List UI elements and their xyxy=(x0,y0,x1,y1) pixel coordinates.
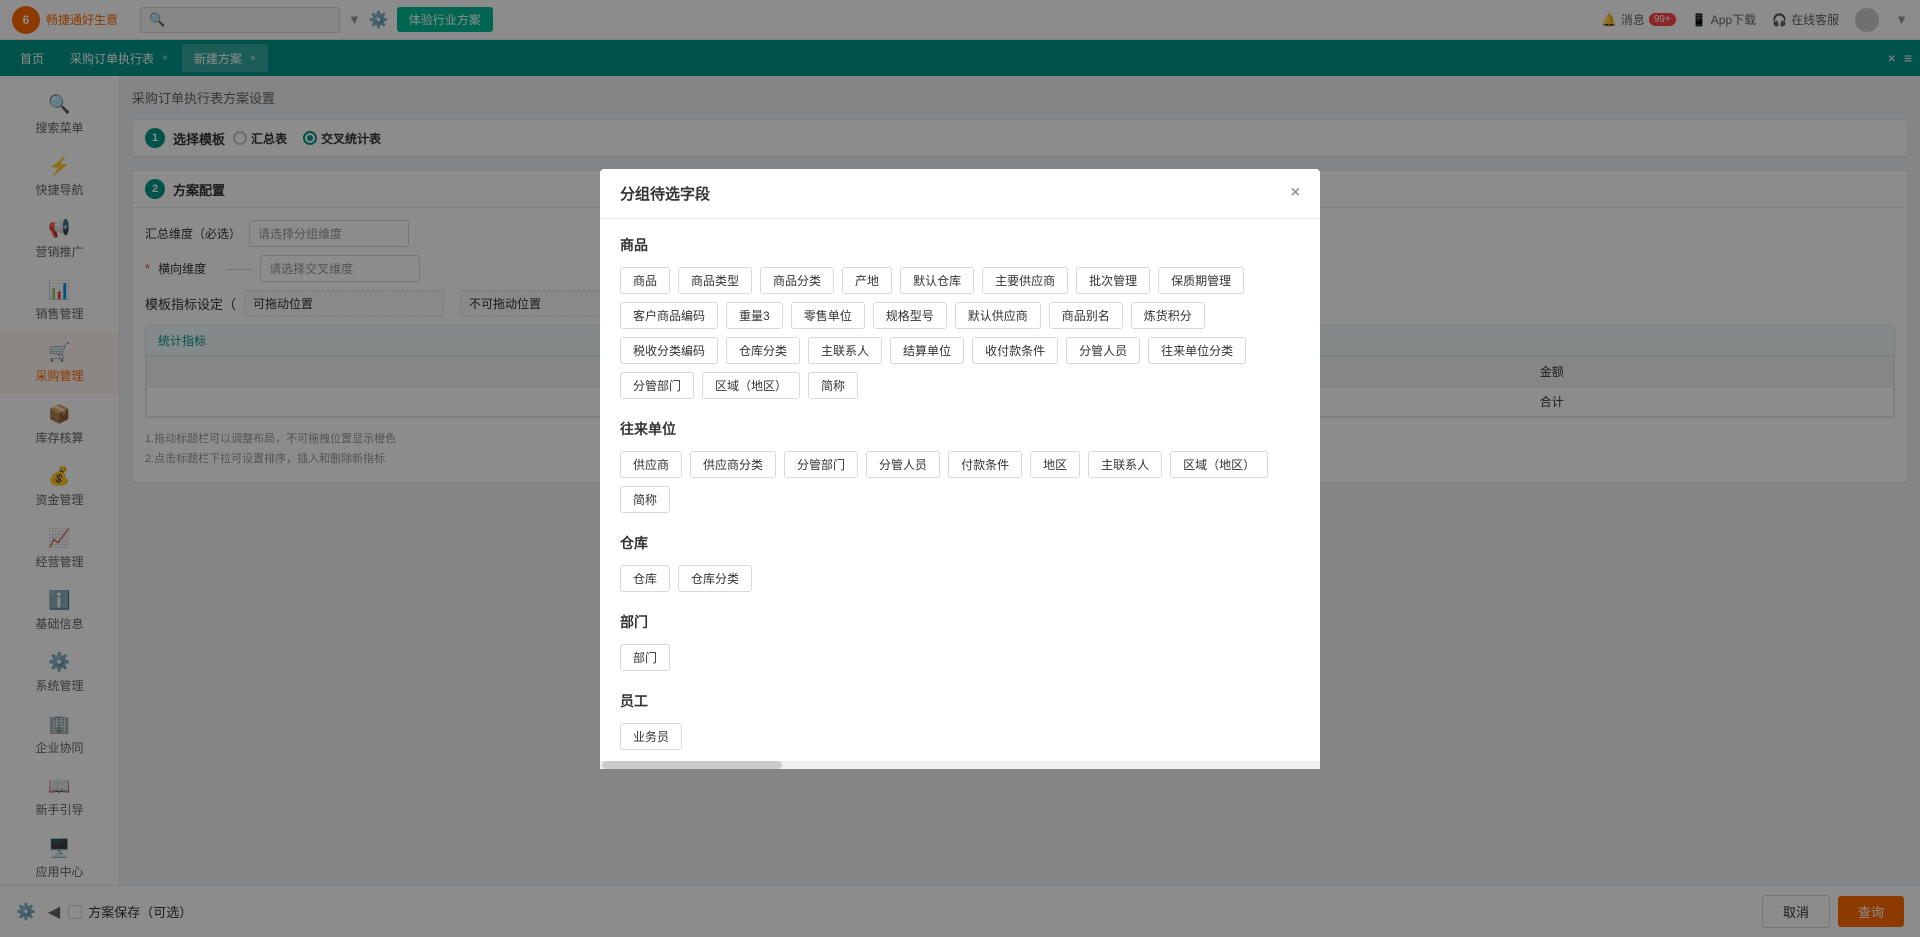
modal-title: 分组待选字段 xyxy=(620,183,710,204)
field-tag-manager[interactable]: 分管人员 xyxy=(1066,337,1140,364)
modal-hscroll-thumb xyxy=(602,761,782,769)
field-group-partner: 往来单位 供应商 供应商分类 分管部门 分管人员 付款条件 地区 主联系人 区域… xyxy=(620,419,1300,513)
field-tag-main-contact-partner[interactable]: 主联系人 xyxy=(1088,451,1162,478)
field-tag-partner-category[interactable]: 往来单位分类 xyxy=(1148,337,1246,364)
field-tag-salesperson[interactable]: 业务员 xyxy=(620,723,682,750)
field-tag-region-partner[interactable]: 区域（地区） xyxy=(1170,451,1268,478)
field-tag-warehouse[interactable]: 仓库 xyxy=(620,565,670,592)
field-tag-warehouse-category[interactable]: 仓库分类 xyxy=(726,337,800,364)
field-tag-dept-manage[interactable]: 分管部门 xyxy=(620,372,694,399)
field-tag-goods-category[interactable]: 商品分类 xyxy=(760,267,834,294)
field-tag-default-supplier[interactable]: 默认供应商 xyxy=(955,302,1041,329)
field-tag-customer-goods-code[interactable]: 客户商品编码 xyxy=(620,302,718,329)
field-tag-supplier-category[interactable]: 供应商分类 xyxy=(690,451,776,478)
field-selector-modal: 分组待选字段 × 商品 商品 商品类型 商品分类 产地 默认仓库 主要供应商 批… xyxy=(600,169,1320,769)
field-tag-tax-code[interactable]: 税收分类编码 xyxy=(620,337,718,364)
modal-overlay: 分组待选字段 × 商品 商品 商品类型 商品分类 产地 默认仓库 主要供应商 批… xyxy=(0,0,1920,937)
field-group-goods: 商品 商品 商品类型 商品分类 产地 默认仓库 主要供应商 批次管理 保质期管理… xyxy=(620,235,1300,399)
field-tags-goods: 商品 商品类型 商品分类 产地 默认仓库 主要供应商 批次管理 保质期管理 客户… xyxy=(620,267,1300,399)
field-tags-dept: 部门 xyxy=(620,644,1300,671)
field-tag-refine-points[interactable]: 炼货积分 xyxy=(1131,302,1205,329)
modal-body[interactable]: 商品 商品 商品类型 商品分类 产地 默认仓库 主要供应商 批次管理 保质期管理… xyxy=(600,219,1320,761)
field-tag-main-supplier[interactable]: 主要供应商 xyxy=(982,267,1068,294)
field-tags-employee: 业务员 xyxy=(620,723,1300,750)
field-tag-default-warehouse[interactable]: 默认仓库 xyxy=(900,267,974,294)
field-tag-main-contact[interactable]: 主联系人 xyxy=(808,337,882,364)
modal-close-button[interactable]: × xyxy=(1291,184,1300,202)
field-group-dept: 部门 部门 xyxy=(620,612,1300,671)
field-tag-goods-type[interactable]: 商品类型 xyxy=(678,267,752,294)
field-group-partner-title: 往来单位 xyxy=(620,419,1300,439)
field-tag-payment-condition[interactable]: 付款条件 xyxy=(948,451,1022,478)
field-group-employee-title: 员工 xyxy=(620,691,1300,711)
field-tag-short-name-goods[interactable]: 简称 xyxy=(808,372,858,399)
field-tag-warehouse-cat[interactable]: 仓库分类 xyxy=(678,565,752,592)
field-tag-supplier[interactable]: 供应商 xyxy=(620,451,682,478)
field-group-employee: 员工 业务员 xyxy=(620,691,1300,750)
field-tag-dept-manage-partner[interactable]: 分管部门 xyxy=(784,451,858,478)
field-tag-weight3[interactable]: 重量3 xyxy=(726,302,783,329)
field-group-warehouse: 仓库 仓库 仓库分类 xyxy=(620,533,1300,592)
field-tag-short-name-partner[interactable]: 简称 xyxy=(620,486,670,513)
field-tag-shelf-life[interactable]: 保质期管理 xyxy=(1158,267,1244,294)
field-tag-settlement-unit[interactable]: 结算单位 xyxy=(890,337,964,364)
field-tag-batch-mgmt[interactable]: 批次管理 xyxy=(1076,267,1150,294)
field-tags-warehouse: 仓库 仓库分类 xyxy=(620,565,1300,592)
modal-hscroll[interactable] xyxy=(600,761,1320,769)
field-tag-goods[interactable]: 商品 xyxy=(620,267,670,294)
field-tag-dept[interactable]: 部门 xyxy=(620,644,670,671)
field-tag-payment-terms[interactable]: 收付款条件 xyxy=(972,337,1058,364)
field-tag-area[interactable]: 地区 xyxy=(1030,451,1080,478)
field-tag-region-goods[interactable]: 区域（地区） xyxy=(702,372,800,399)
field-tags-partner: 供应商 供应商分类 分管部门 分管人员 付款条件 地区 主联系人 区域（地区） … xyxy=(620,451,1300,513)
field-tag-person-manage[interactable]: 分管人员 xyxy=(866,451,940,478)
field-tag-retail-unit[interactable]: 零售单位 xyxy=(791,302,865,329)
field-group-warehouse-title: 仓库 xyxy=(620,533,1300,553)
field-group-goods-title: 商品 xyxy=(620,235,1300,255)
modal-header: 分组待选字段 × xyxy=(600,169,1320,219)
field-group-dept-title: 部门 xyxy=(620,612,1300,632)
field-tag-origin[interactable]: 产地 xyxy=(842,267,892,294)
field-tag-spec-model[interactable]: 规格型号 xyxy=(873,302,947,329)
field-tag-goods-alias[interactable]: 商品别名 xyxy=(1049,302,1123,329)
